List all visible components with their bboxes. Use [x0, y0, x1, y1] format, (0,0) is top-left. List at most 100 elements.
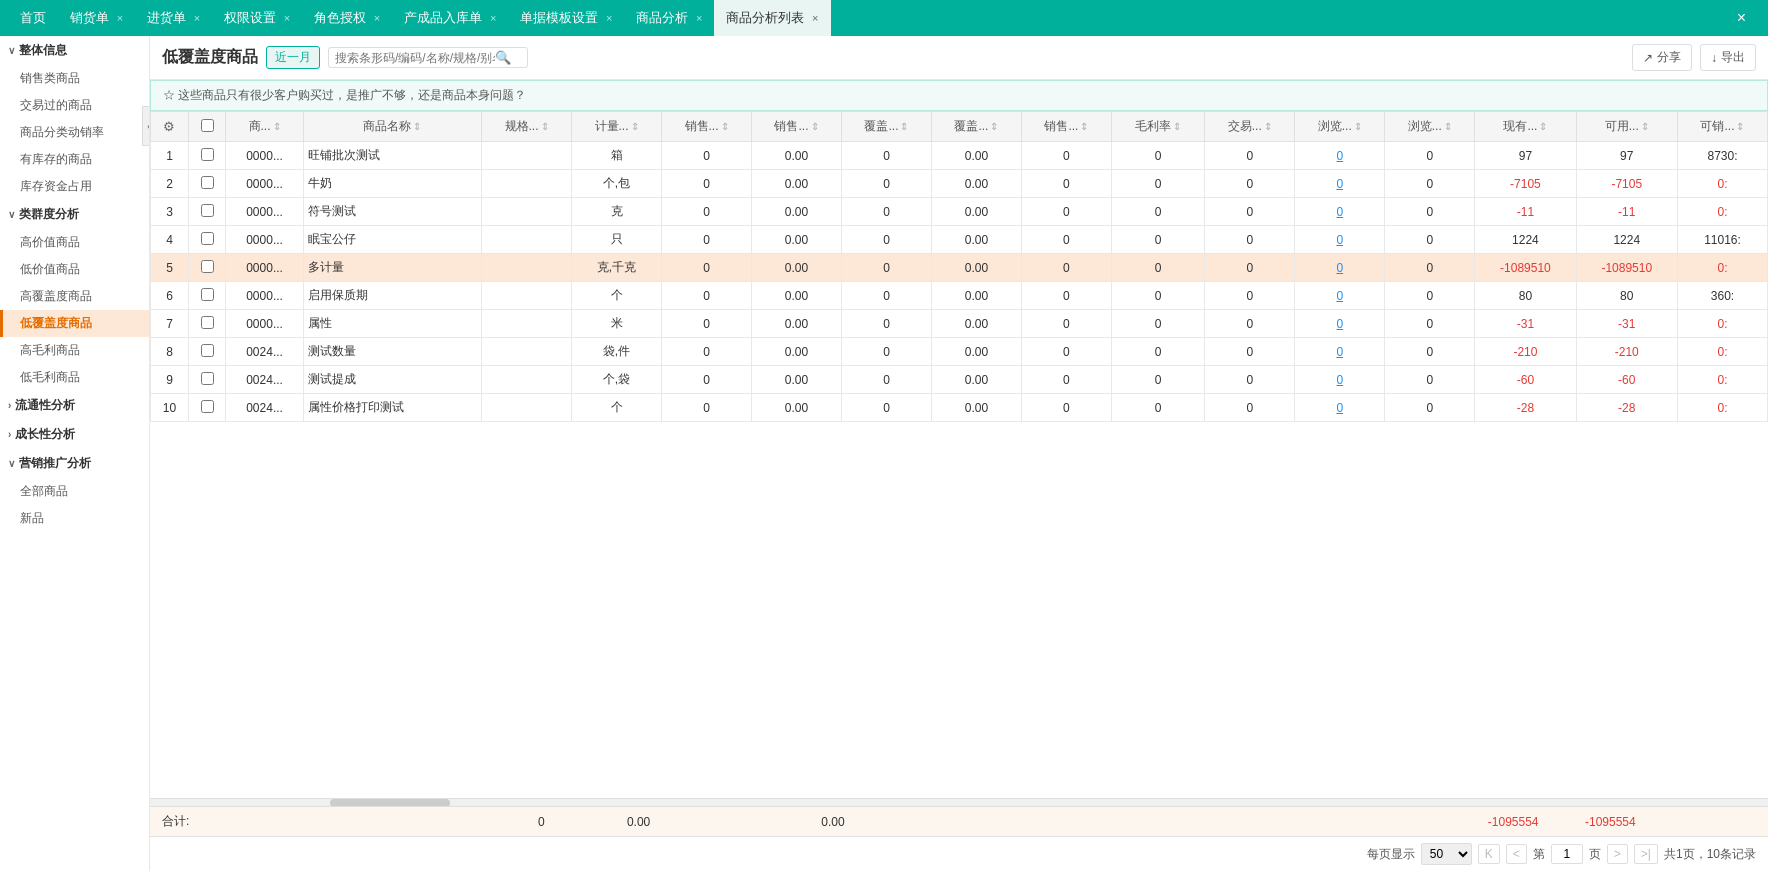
- nav-product-storage[interactable]: 产成品入库单 ×: [392, 0, 508, 36]
- table-settings-icon[interactable]: ⚙: [163, 119, 175, 134]
- col-code[interactable]: 商...⇕: [226, 112, 304, 142]
- sidebar-section-growth[interactable]: › 成长性分析: [0, 420, 149, 449]
- share-button[interactable]: ↗ 分享: [1632, 44, 1692, 71]
- sidebar-item-low-value[interactable]: 低价值商品: [0, 256, 149, 283]
- row-checkbox[interactable]: [188, 366, 225, 394]
- sidebar-section-circulation[interactable]: › 流通性分析: [0, 391, 149, 420]
- row-select-checkbox[interactable]: [201, 148, 214, 161]
- row-select-checkbox[interactable]: [201, 176, 214, 189]
- sidebar-section-cluster[interactable]: ∨ 类群度分析: [0, 200, 149, 229]
- row-browse1[interactable]: 0: [1295, 366, 1385, 394]
- scrollbar-area[interactable]: [150, 798, 1768, 806]
- row-checkbox[interactable]: [188, 170, 225, 198]
- col-sellable[interactable]: 可销...⇕: [1677, 112, 1767, 142]
- table-wrapper[interactable]: ⚙ 商...⇕ 商品名称⇕ 规格...⇕ 计量...⇕ 销售...⇕ 销售...…: [150, 111, 1768, 798]
- row-browse1[interactable]: 0: [1295, 310, 1385, 338]
- close-template-icon[interactable]: ×: [606, 12, 612, 24]
- sidebar-item-high-value[interactable]: 高价值商品: [0, 229, 149, 256]
- row-browse1[interactable]: 0: [1295, 394, 1385, 422]
- col-sales-amount[interactable]: 销售...⇕: [752, 112, 842, 142]
- nav-analysis[interactable]: 商品分析 ×: [624, 0, 714, 36]
- prev-page-button[interactable]: <: [1506, 844, 1527, 864]
- col-browse1[interactable]: 浏览...⇕: [1295, 112, 1385, 142]
- sidebar-item-traded-goods[interactable]: 交易过的商品: [0, 92, 149, 119]
- nav-home[interactable]: 首页: [8, 0, 58, 36]
- col-coverage2[interactable]: 覆盖...⇕: [931, 112, 1021, 142]
- row-checkbox[interactable]: [188, 226, 225, 254]
- row-browse1[interactable]: 0: [1295, 198, 1385, 226]
- col-sales-q[interactable]: 销售...⇕: [1021, 112, 1111, 142]
- per-page-select[interactable]: 50 100 200: [1421, 843, 1472, 865]
- col-checkbox[interactable]: [188, 112, 225, 142]
- col-spec[interactable]: 规格...⇕: [482, 112, 572, 142]
- close-roles-icon[interactable]: ×: [374, 12, 380, 24]
- search-icon[interactable]: 🔍: [495, 50, 511, 65]
- col-settings[interactable]: ⚙: [151, 112, 189, 142]
- row-select-checkbox[interactable]: [201, 288, 214, 301]
- col-gross[interactable]: 毛利率⇕: [1111, 112, 1204, 142]
- col-sales-count[interactable]: 销售...⇕: [662, 112, 752, 142]
- close-sales-icon[interactable]: ×: [117, 12, 123, 24]
- col-trade[interactable]: 交易...⇕: [1205, 112, 1295, 142]
- close-product-icon[interactable]: ×: [490, 12, 496, 24]
- sidebar-item-all-goods[interactable]: 全部商品: [0, 478, 149, 505]
- close-analysis-list-icon[interactable]: ×: [812, 12, 818, 24]
- sidebar-item-low-profit[interactable]: 低毛利商品: [0, 364, 149, 391]
- row-browse1[interactable]: 0: [1295, 142, 1385, 170]
- close-purchase-icon[interactable]: ×: [194, 12, 200, 24]
- col-name[interactable]: 商品名称⇕: [303, 112, 481, 142]
- row-checkbox[interactable]: [188, 198, 225, 226]
- col-current[interactable]: 现有...⇕: [1475, 112, 1576, 142]
- sidebar-item-high-coverage[interactable]: 高覆盖度商品: [0, 283, 149, 310]
- col-unit[interactable]: 计量...⇕: [572, 112, 662, 142]
- row-browse1[interactable]: 0: [1295, 338, 1385, 366]
- row-select-checkbox[interactable]: [201, 232, 214, 245]
- col-available[interactable]: 可用...⇕: [1576, 112, 1677, 142]
- row-select-checkbox[interactable]: [201, 344, 214, 357]
- row-select-checkbox[interactable]: [201, 316, 214, 329]
- sidebar-item-new-goods[interactable]: 新品: [0, 505, 149, 532]
- close-analysis-icon[interactable]: ×: [696, 12, 702, 24]
- row-select-checkbox[interactable]: [201, 204, 214, 217]
- filter-period-button[interactable]: 近一月: [266, 46, 320, 69]
- row-checkbox[interactable]: [188, 310, 225, 338]
- first-page-button[interactable]: K: [1478, 844, 1500, 864]
- row-select-checkbox[interactable]: [201, 260, 214, 273]
- next-page-button[interactable]: >: [1607, 844, 1628, 864]
- window-close-button[interactable]: ×: [1723, 0, 1760, 36]
- page-number-input[interactable]: [1551, 844, 1583, 864]
- close-permissions-icon[interactable]: ×: [284, 12, 290, 24]
- row-checkbox[interactable]: [188, 338, 225, 366]
- row-browse1[interactable]: 0: [1295, 282, 1385, 310]
- nav-purchase[interactable]: 进货单 ×: [135, 0, 212, 36]
- row-checkbox[interactable]: [188, 142, 225, 170]
- sidebar-item-high-profit[interactable]: 高毛利商品: [0, 337, 149, 364]
- col-browse2[interactable]: 浏览...⇕: [1385, 112, 1475, 142]
- sidebar-item-stock-capital[interactable]: 库存资金占用: [0, 173, 149, 200]
- select-all-checkbox[interactable]: [201, 119, 214, 132]
- col-coverage1[interactable]: 覆盖...⇕: [841, 112, 931, 142]
- row-checkbox[interactable]: [188, 254, 225, 282]
- sidebar-item-low-coverage[interactable]: 低覆盖度商品: [0, 310, 149, 337]
- search-input[interactable]: [335, 51, 495, 65]
- row-browse1[interactable]: 0: [1295, 170, 1385, 198]
- export-button[interactable]: ↓ 导出: [1700, 44, 1756, 71]
- nav-template[interactable]: 单据模板设置 ×: [508, 0, 624, 36]
- nav-permissions[interactable]: 权限设置 ×: [212, 0, 302, 36]
- row-browse1[interactable]: 0: [1295, 254, 1385, 282]
- row-checkbox[interactable]: [188, 394, 225, 422]
- row-select-checkbox[interactable]: [201, 372, 214, 385]
- sidebar-item-sales-goods[interactable]: 销售类商品: [0, 65, 149, 92]
- row-select-checkbox[interactable]: [201, 400, 214, 413]
- nav-analysis-list[interactable]: 商品分析列表 ×: [714, 0, 830, 36]
- last-page-button[interactable]: >|: [1634, 844, 1658, 864]
- sidebar-section-marketing[interactable]: ∨ 营销推广分析: [0, 449, 149, 478]
- nav-sales[interactable]: 销货单 ×: [58, 0, 135, 36]
- row-browse1[interactable]: 0: [1295, 226, 1385, 254]
- nav-roles[interactable]: 角色授权 ×: [302, 0, 392, 36]
- sidebar-item-category-rate[interactable]: 商品分类动销率: [0, 119, 149, 146]
- sidebar-item-stock-goods[interactable]: 有库存的商品: [0, 146, 149, 173]
- sidebar-collapse-button[interactable]: «: [142, 106, 150, 146]
- sidebar-section-overall[interactable]: ∨ 整体信息: [0, 36, 149, 65]
- row-checkbox[interactable]: [188, 282, 225, 310]
